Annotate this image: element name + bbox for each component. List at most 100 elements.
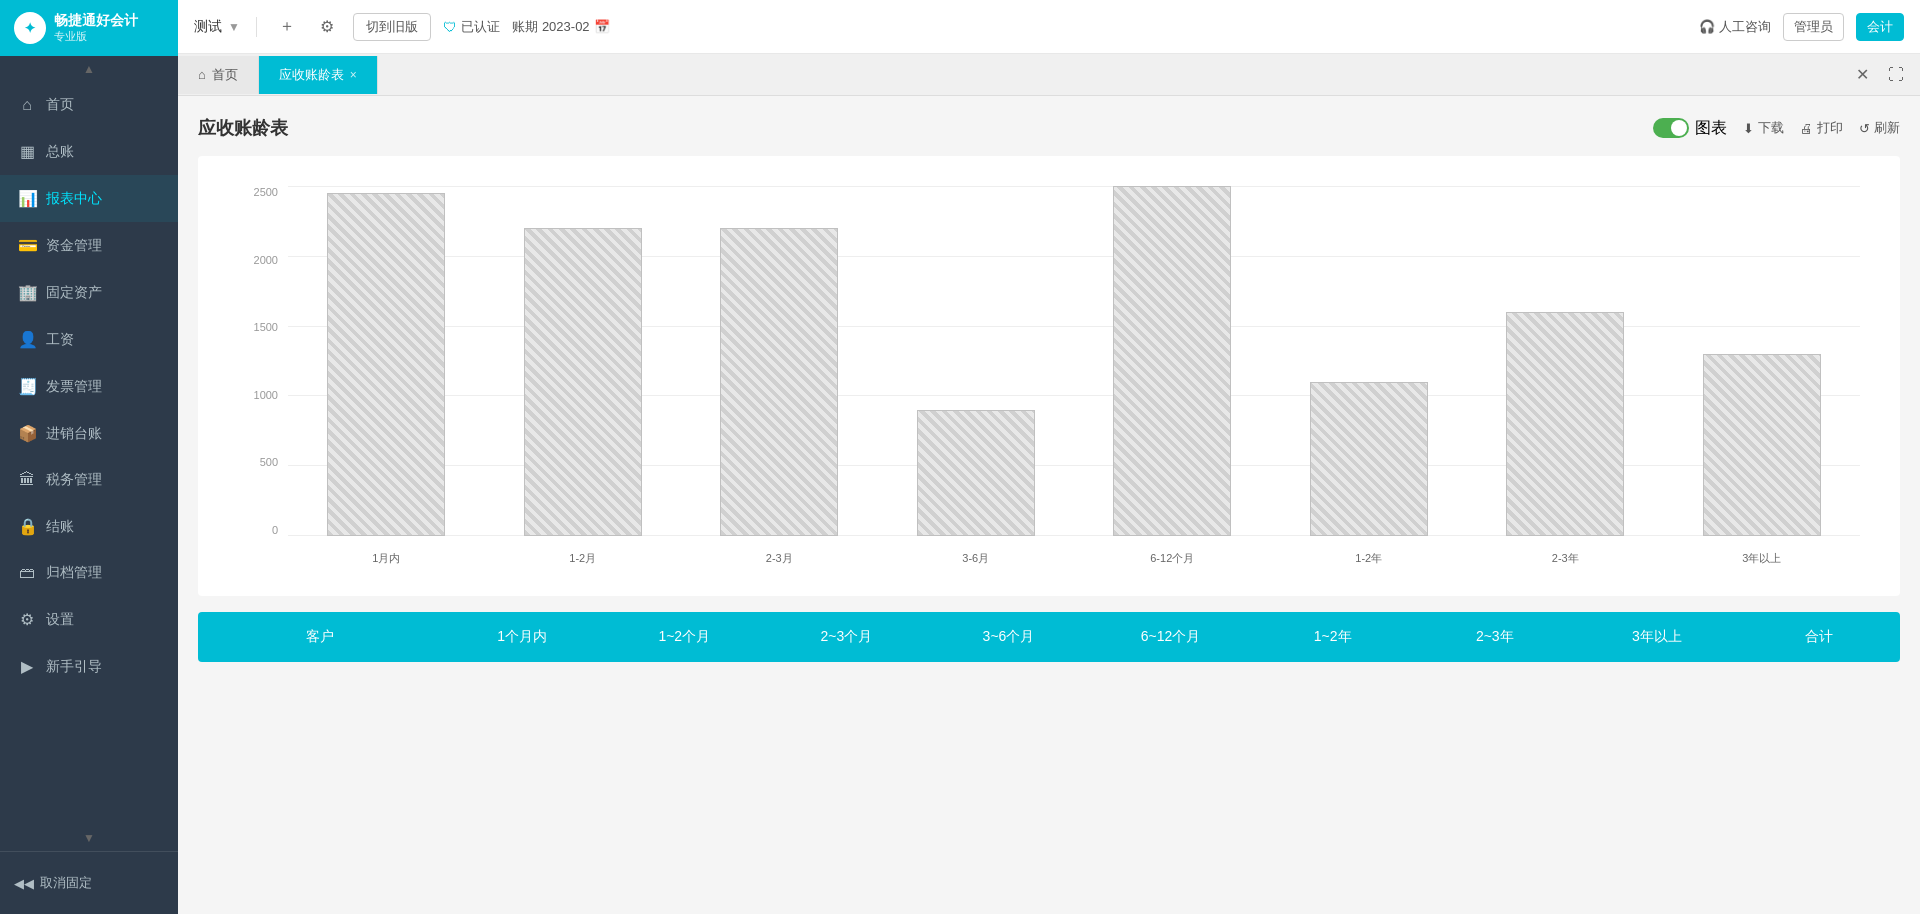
cancel-fixed-icon: ◀◀ [14, 876, 34, 891]
cancel-fixed-btn[interactable]: ◀◀ 取消固定 [0, 864, 178, 902]
bar-5 [1310, 382, 1428, 536]
settings-topbar-btn[interactable]: ⚙ [313, 13, 341, 41]
tab-home-label: 首页 [212, 66, 238, 84]
x-label-0: 1月内 [288, 551, 485, 566]
sidebar-item-label: 发票管理 [46, 378, 102, 396]
assets-icon: 🏢 [18, 283, 36, 302]
guide-icon: ▶ [18, 657, 36, 676]
tab-home-icon: ⌂ [198, 67, 206, 82]
reports-icon: 📊 [18, 189, 36, 208]
tab-home[interactable]: ⌂ 首页 [178, 56, 259, 94]
x-labels: 1月内1-2月2-3月3-6月6-12个月1-2年2-3年3年以上 [288, 551, 1860, 566]
manager-btn[interactable]: 管理员 [1783, 13, 1844, 41]
y-label-2500: 2500 [238, 186, 278, 198]
table-header-2: 1~2个月 [603, 628, 765, 646]
sidebar-item-settings[interactable]: ⚙ 设置 [0, 596, 178, 643]
home-icon: ⌂ [18, 96, 36, 114]
refresh-btn[interactable]: ↺ 刷新 [1859, 119, 1900, 137]
y-label-2000: 2000 [238, 254, 278, 266]
bar-group-2 [681, 186, 878, 536]
accountant-btn[interactable]: 会计 [1856, 13, 1904, 41]
sidebar-item-reports[interactable]: 📊 报表中心 [0, 175, 178, 222]
x-label-5: 1-2年 [1271, 551, 1468, 566]
consult-label: 人工咨询 [1719, 18, 1771, 36]
logo-name: 畅捷通好会计 [54, 12, 138, 29]
download-btn[interactable]: ⬇ 下载 [1743, 119, 1784, 137]
sidebar-item-home[interactable]: ⌂ 首页 [0, 82, 178, 128]
sidebar-item-general-ledger[interactable]: ▦ 总账 [0, 128, 178, 175]
tabbar-right: ✕ ⛶ [1848, 61, 1920, 89]
tab-close-btn[interactable]: × [350, 68, 357, 82]
bar-7 [1703, 354, 1821, 536]
sidebar-item-archive[interactable]: 🗃 归档管理 [0, 550, 178, 596]
sidebar-item-tax[interactable]: 🏛 税务管理 [0, 457, 178, 503]
bar-4 [1113, 186, 1231, 536]
sidebar-logo: ✦ 畅捷通好会计 专业版 [0, 0, 178, 56]
print-btn[interactable]: 🖨 打印 [1800, 119, 1843, 137]
consult-btn[interactable]: 🎧 人工咨询 [1699, 18, 1771, 36]
tab-expand-btn[interactable]: ⛶ [1882, 61, 1910, 89]
bar-2 [720, 228, 838, 536]
table-header-3: 2~3个月 [765, 628, 927, 646]
purchase-icon: 📦 [18, 424, 36, 443]
scroll-up-arrow[interactable]: ▲ [0, 56, 178, 82]
sidebar-item-invoice[interactable]: 🧾 发票管理 [0, 363, 178, 410]
sidebar-item-label: 进销台账 [46, 425, 102, 443]
x-label-3: 3-6月 [878, 551, 1075, 566]
sidebar-item-label: 工资 [46, 331, 74, 349]
bar-group-0 [288, 186, 485, 536]
sidebar-item-fixed-assets[interactable]: 🏢 固定资产 [0, 269, 178, 316]
period-value: 2023-02 [542, 19, 590, 34]
chart-toggle-label: 图表 [1695, 118, 1727, 139]
archive-icon: 🗃 [18, 564, 36, 582]
logo-icon: ✦ [14, 12, 46, 44]
tab-receivable-aging[interactable]: 应收账龄表 × [259, 56, 378, 94]
sidebar-item-label: 资金管理 [46, 237, 102, 255]
sidebar-item-label: 税务管理 [46, 471, 102, 489]
chart-toggle[interactable] [1653, 118, 1689, 138]
sidebar-item-purchase-sales[interactable]: 📦 进销台账 [0, 410, 178, 457]
company-selector[interactable]: 测试 ▼ [194, 18, 240, 36]
bar-group-4 [1074, 186, 1271, 536]
switch-old-version-btn[interactable]: 切到旧版 [353, 13, 431, 41]
table-header-4: 3~6个月 [927, 628, 1089, 646]
sidebar-item-fund-mgmt[interactable]: 💳 资金管理 [0, 222, 178, 269]
y-label-0: 0 [238, 524, 278, 536]
table-header-5: 6~12个月 [1090, 628, 1252, 646]
table-container: 客户1个月内1~2个月2~3个月3~6个月6~12个月1~2年2~3年3年以上合… [198, 612, 1900, 662]
company-chevron-icon: ▼ [228, 20, 240, 34]
chart-container: 0 500 1000 1500 2000 2500 [198, 156, 1900, 596]
y-label-1000: 1000 [238, 389, 278, 401]
bar-group-5 [1271, 186, 1468, 536]
certified-icon: 🛡 [443, 19, 457, 35]
table-header-8: 3年以上 [1576, 628, 1738, 646]
topbar-divider-1 [256, 17, 257, 37]
x-label-7: 3年以上 [1664, 551, 1861, 566]
cancel-fixed-label: 取消固定 [40, 874, 92, 892]
table-header-7: 2~3年 [1414, 628, 1576, 646]
settings-icon: ⚙ [18, 610, 36, 629]
closing-icon: 🔒 [18, 517, 36, 536]
invoice-icon: 🧾 [18, 377, 36, 396]
sidebar-item-guide[interactable]: ▶ 新手引导 [0, 643, 178, 690]
bar-6 [1506, 312, 1624, 536]
bar-group-7 [1664, 186, 1861, 536]
sidebar-item-label: 总账 [46, 143, 74, 161]
sidebar-item-payroll[interactable]: 👤 工资 [0, 316, 178, 363]
content-area: 应收账龄表 图表 ⬇ 下载 🖨 打印 ↺ 刷新 [178, 96, 1920, 914]
topbar: 测试 ▼ ＋ ⚙ 切到旧版 🛡 已认证 账期 2023-02 📅 🎧 人工咨询 … [178, 0, 1920, 54]
sidebar-item-label: 设置 [46, 611, 74, 629]
sidebar-item-closing[interactable]: 🔒 结账 [0, 503, 178, 550]
tax-icon: 🏛 [18, 471, 36, 489]
scroll-down-arrow[interactable]: ▼ [0, 825, 178, 851]
table-header-6: 1~2年 [1252, 628, 1414, 646]
certified-status: 🛡 已认证 [443, 18, 500, 36]
tab-close-panel-btn[interactable]: ✕ [1848, 61, 1876, 89]
calendar-icon[interactable]: 📅 [594, 19, 610, 34]
bar-1 [524, 228, 642, 536]
chart-y-axis: 0 500 1000 1500 2000 2500 [238, 186, 278, 566]
report-header: 应收账龄表 图表 ⬇ 下载 🖨 打印 ↺ 刷新 [198, 116, 1900, 140]
bar-0 [327, 193, 445, 536]
add-btn[interactable]: ＋ [273, 13, 301, 41]
logo-subtitle: 专业版 [54, 29, 138, 44]
